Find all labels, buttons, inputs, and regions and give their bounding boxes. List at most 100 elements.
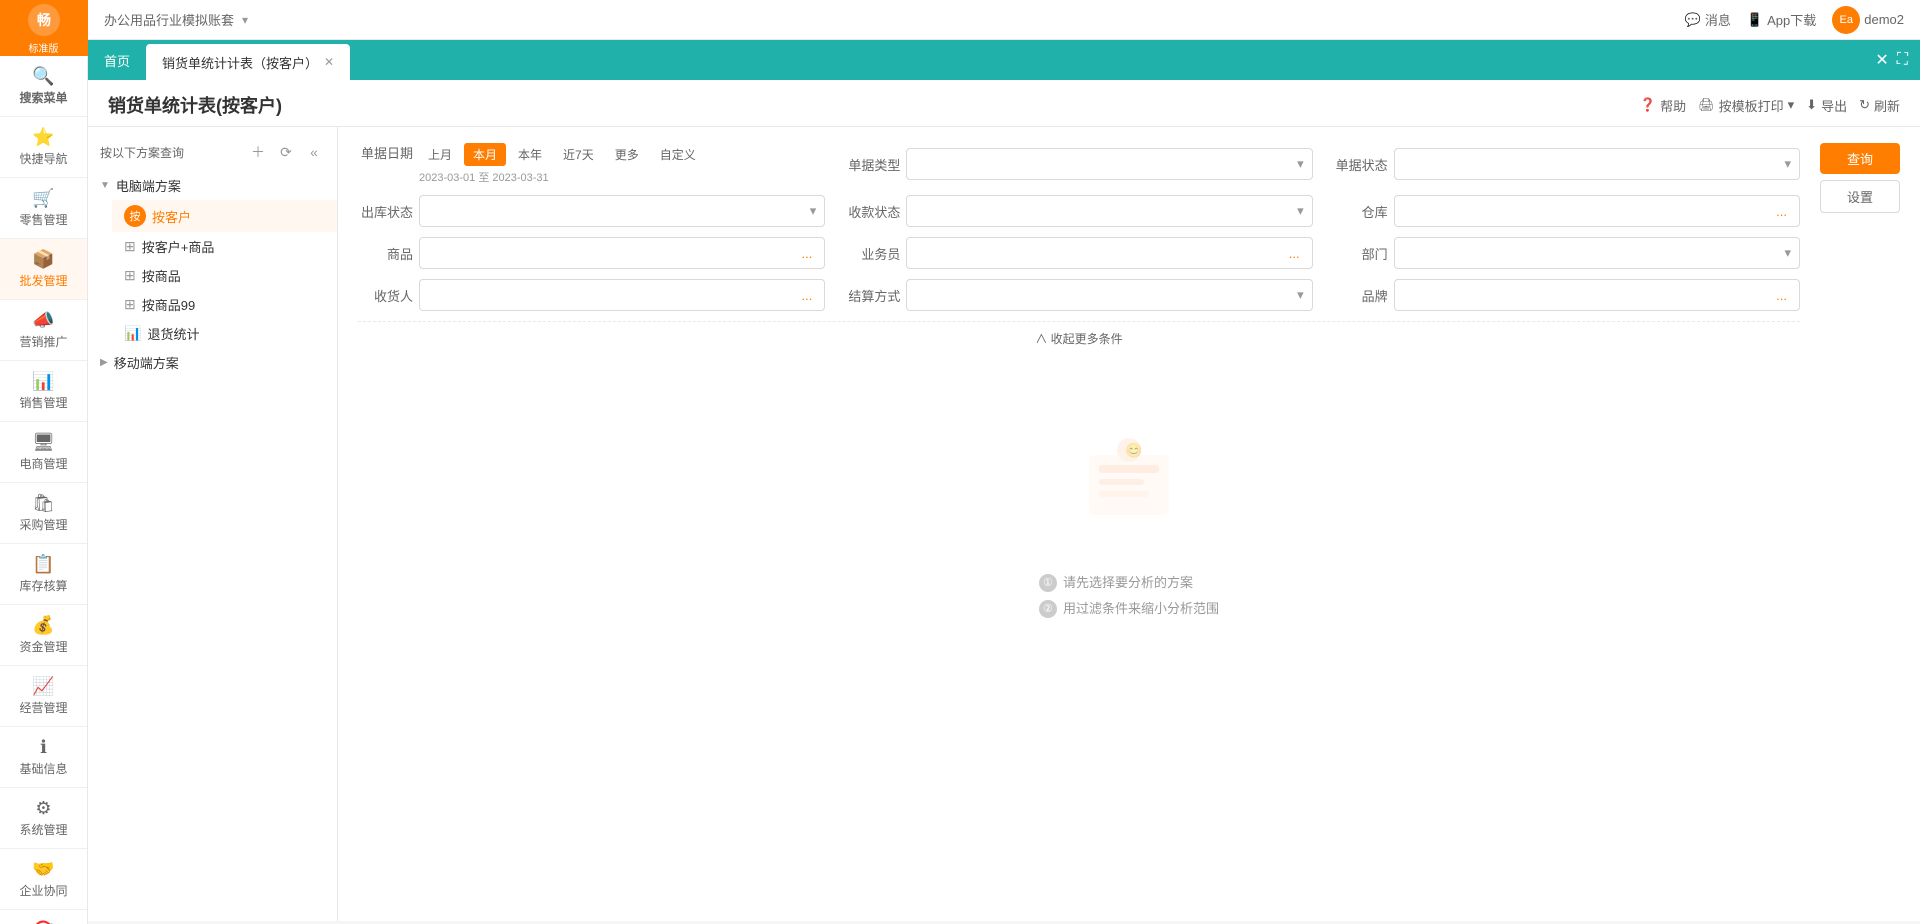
tab-home-label: 首页	[104, 51, 130, 70]
sidebar-item-ecommerce[interactable]: 🖥 电商管理	[0, 422, 87, 483]
tree-section-mobile[interactable]: ▶ 移动端方案	[88, 348, 337, 377]
app-download-label: App下载	[1767, 10, 1816, 29]
collapse-button[interactable]: ∧ 收起更多条件	[358, 321, 1800, 355]
sidebar-item-system[interactable]: ⚙ 系统管理	[0, 788, 87, 849]
empty-svg: 😊	[1069, 415, 1189, 535]
sidebar-item-quicknav[interactable]: ⭐ 快捷导航	[0, 117, 87, 178]
filter-dept-item: 部门 ▾	[1333, 237, 1800, 269]
tip-text-2: 用过滤条件来缩小分析范围	[1063, 596, 1219, 622]
right-panel: 单据日期 上月 本月 本年 近7天 更多 自定义	[338, 127, 1920, 921]
box-icon: 📦	[32, 249, 54, 270]
goods-dots[interactable]: ...	[797, 246, 816, 261]
empty-tip-1: ① 请先选择要分析的方案	[1039, 570, 1219, 596]
date-btn-thisyear[interactable]: 本年	[509, 143, 551, 166]
tree-item-goods99[interactable]: ⊞ 按商品99	[112, 290, 337, 319]
brand-label: 品牌	[1333, 286, 1388, 305]
tree-item-label: 按商品	[142, 266, 181, 285]
staff-label: 业务员	[845, 244, 900, 263]
warehouse-select[interactable]: ...	[1394, 195, 1800, 227]
brand-select[interactable]: ...	[1394, 279, 1800, 311]
docstatus-select[interactable]: ▾	[1394, 148, 1800, 180]
sidebar-item-sales[interactable]: 📊 销售管理	[0, 361, 87, 422]
sidebar-item-search[interactable]: 🔍 搜索菜单	[0, 56, 87, 117]
add-scheme-button[interactable]: ＋	[247, 141, 269, 163]
tree-item-customer[interactable]: 按 按客户	[112, 200, 337, 232]
sidebar-item-retail[interactable]: 🛒 零售管理	[0, 178, 87, 239]
sidebar-item-wholesale[interactable]: 📦 批发管理	[0, 239, 87, 300]
filter-recipient-item: 收货人 ...	[358, 279, 825, 311]
filter-area: 单据日期 上月 本月 本年 近7天 更多 自定义	[358, 143, 1900, 355]
sidebar-item-operations[interactable]: 📈 经营管理	[0, 666, 87, 727]
refresh-button[interactable]: ↻ 刷新	[1859, 96, 1900, 115]
tree-section-label: 移动端方案	[114, 353, 179, 372]
settlement-select[interactable]: ▾	[906, 279, 1312, 311]
tab-home[interactable]: 首页	[88, 40, 146, 80]
filter-row-4: 收货人 ... 结算方式	[358, 279, 1800, 311]
staff-dots[interactable]: ...	[1285, 246, 1304, 261]
docstatus-label: 单据状态	[1333, 155, 1388, 174]
tree-item-goods[interactable]: ⊞ 按商品	[112, 261, 337, 290]
app-download-action[interactable]: 📱 App下载	[1747, 10, 1816, 29]
bag-icon: 🛍	[32, 493, 55, 514]
outstatus-select[interactable]: ▾	[419, 195, 825, 227]
doctype-label: 单据类型	[845, 155, 900, 174]
top-header: 办公用品行业模拟账套 ▾ 💬 消息 📱 App下载 Ea demo2	[88, 0, 1920, 40]
user-action[interactable]: Ea demo2	[1832, 6, 1904, 34]
recipient-dots[interactable]: ...	[797, 288, 816, 303]
collapse-panel-button[interactable]: «	[303, 141, 325, 163]
sidebar-item-purchase[interactable]: 🛍 采购管理	[0, 483, 87, 544]
gear-icon: ⚙	[35, 798, 51, 819]
message-action[interactable]: 💬 消息	[1685, 10, 1731, 29]
sidebar-item-newguide[interactable]: 🎯 新手引导	[0, 910, 87, 924]
sidebar-item-label: 库存核算	[19, 577, 67, 594]
tree-item-customer-goods[interactable]: ⊞ 按客户+商品	[112, 232, 337, 261]
tab-close-icon[interactable]: ✕	[324, 55, 334, 69]
refresh-scheme-button[interactable]: ⟳	[275, 141, 297, 163]
recipient-select[interactable]: ...	[419, 279, 825, 311]
message-label: 消息	[1705, 10, 1731, 29]
sidebar-item-inventory[interactable]: 📋 库存核算	[0, 544, 87, 605]
date-btn-thismonth[interactable]: 本月	[464, 143, 506, 166]
date-btn-lastmonth[interactable]: 上月	[419, 143, 461, 166]
date-btn-7days[interactable]: 近7天	[554, 143, 603, 166]
refresh-label: 刷新	[1874, 96, 1900, 115]
breadcrumb-dropdown-icon[interactable]: ▾	[242, 13, 248, 27]
sidebar-item-label: 零售管理	[19, 211, 67, 228]
left-panel-header: 按以下方案查询 ＋ ⟳ «	[88, 137, 337, 171]
filter-goods-item: 商品 ...	[358, 237, 825, 269]
tab-sales-label: 销货单统计计表（按客户）	[162, 53, 318, 72]
date-btn-more[interactable]: 更多	[606, 143, 648, 166]
window-maximize-icon[interactable]: ⛶	[1897, 51, 1908, 69]
goods-label: 商品	[358, 244, 413, 263]
sidebar-item-baseinfo[interactable]: ℹ 基础信息	[0, 727, 87, 788]
doctype-select[interactable]: ▾	[906, 148, 1312, 180]
print-button[interactable]: 🖨 按模板打印 ▾	[1698, 96, 1794, 115]
avatar: Ea	[1832, 6, 1860, 34]
help-button[interactable]: ❓ 帮助	[1640, 96, 1686, 115]
tree-item-returns[interactable]: 📊 退货统计	[112, 319, 337, 348]
staff-select[interactable]: ...	[906, 237, 1312, 269]
window-close-icon[interactable]: ✕	[1875, 50, 1888, 70]
app-logo[interactable]: 畅 标准版	[0, 0, 88, 56]
brand-dots[interactable]: ...	[1772, 288, 1791, 303]
app-name: 标准版	[29, 40, 59, 55]
active-badge: 按	[124, 205, 146, 227]
sidebar-item-marketing[interactable]: 📣 营销推广	[0, 300, 87, 361]
sidebar-item-enterprise[interactable]: 🤝 企业协同	[0, 849, 87, 910]
warehouse-dots[interactable]: ...	[1772, 204, 1791, 219]
print-dropdown-icon: ▾	[1788, 97, 1795, 113]
empty-state: 😊 ① 请先选择要分析的方案 ② 用过滤条件来缩小分析范围	[358, 355, 1900, 682]
receivestatus-select[interactable]: ▾	[906, 195, 1312, 227]
dept-label: 部门	[1333, 244, 1388, 263]
query-button[interactable]: 查询	[1820, 143, 1900, 174]
sidebar-item-finance[interactable]: 💰 资金管理	[0, 605, 87, 666]
tree-section-desktop[interactable]: ▼ 电脑端方案	[88, 171, 337, 200]
tab-sales-report[interactable]: 销货单统计计表（按客户） ✕	[146, 44, 350, 80]
dept-select[interactable]: ▾	[1394, 237, 1800, 269]
export-button[interactable]: ⬇ 导出	[1806, 96, 1847, 115]
goods-select[interactable]: ...	[419, 237, 825, 269]
download-icon: 📱	[1747, 12, 1763, 28]
setting-button[interactable]: 设置	[1820, 180, 1900, 213]
date-btn-custom[interactable]: 自定义	[651, 143, 705, 166]
filter-brand-item: 品牌 ...	[1333, 279, 1800, 311]
